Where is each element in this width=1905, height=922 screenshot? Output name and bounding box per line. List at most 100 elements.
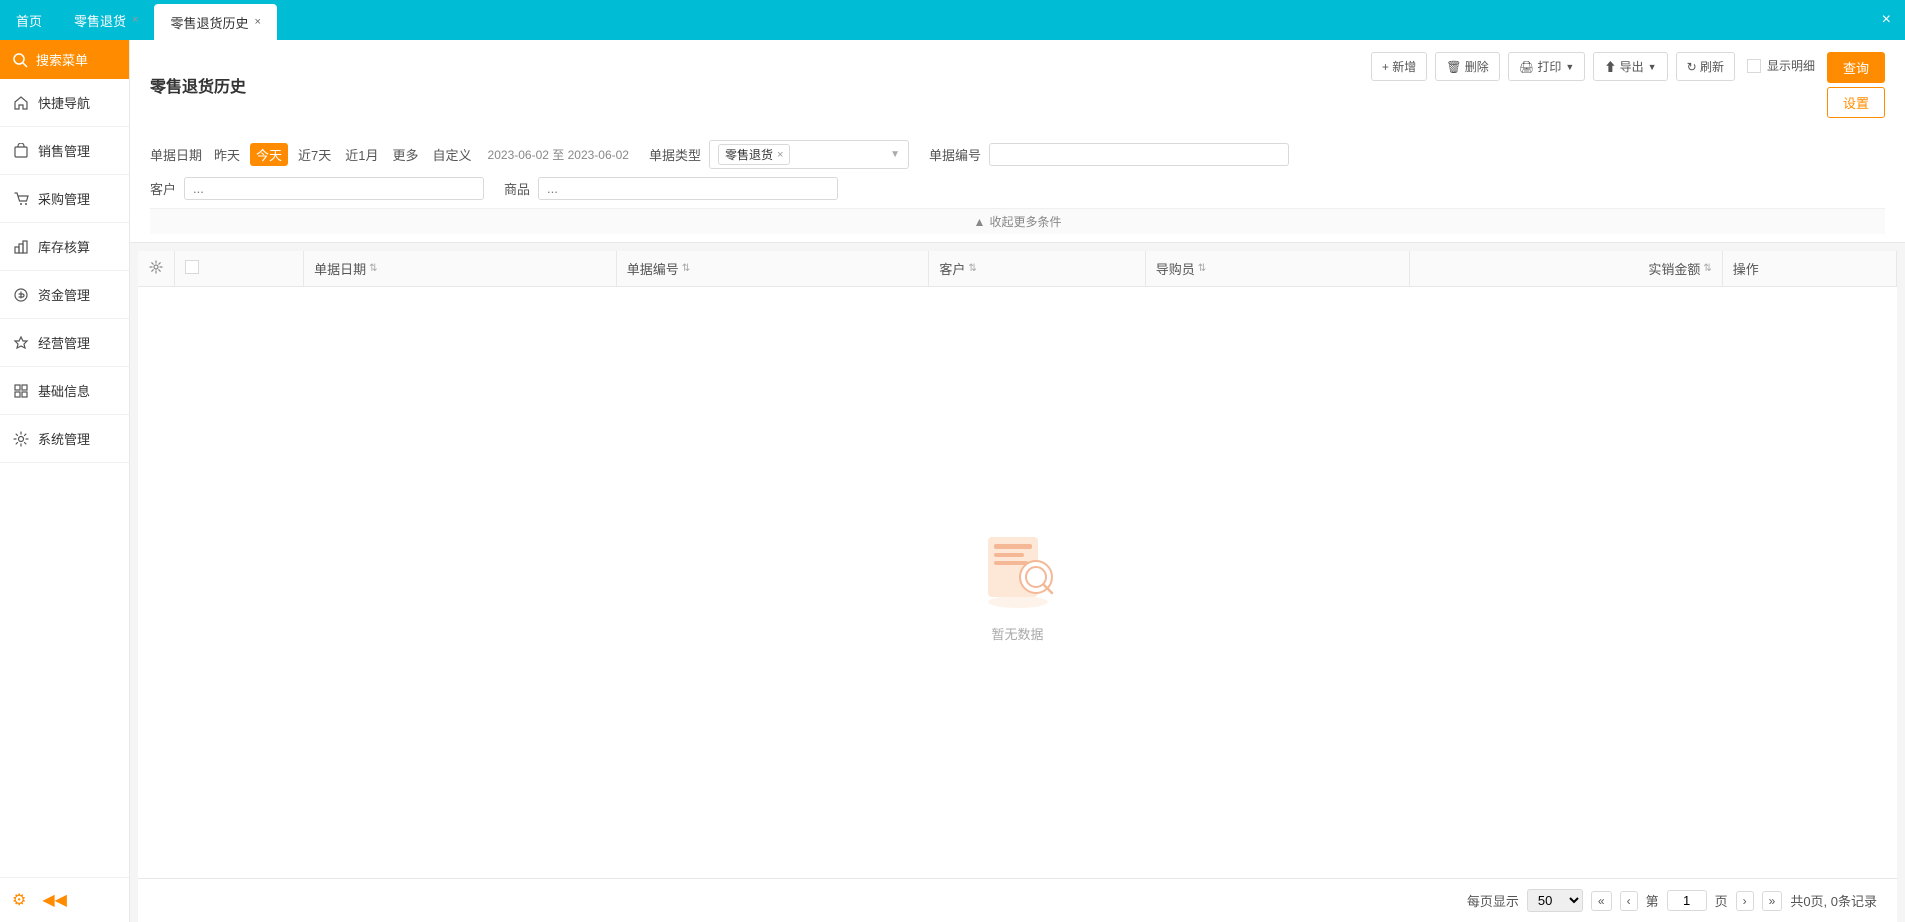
sidebar-item-quick-nav[interactable]: 快捷导航 <box>0 79 129 127</box>
page-size-select[interactable]: 50 100 200 <box>1527 889 1583 912</box>
print-button[interactable]: 🖨 打印 ▼ <box>1508 52 1586 81</box>
page-label: 第 <box>1646 891 1659 910</box>
home-icon <box>12 94 30 112</box>
print-label: 🖨 打印 <box>1519 58 1562 75</box>
date-opt-more[interactable]: 更多 <box>389 143 423 166</box>
col-guide[interactable]: 导购员 ⇅ <box>1145 251 1409 287</box>
export-label: ⬆ 导出 <box>1604 58 1643 75</box>
sidebar-item-base-info[interactable]: 基础信息 <box>0 367 129 415</box>
system-icon <box>12 430 30 448</box>
sidebar-item-quick-nav-label: 快捷导航 <box>38 93 90 112</box>
date-filter: 单据日期 昨天 今天 近7天 近1月 更多 自定义 2023-06-02 至 2… <box>150 143 629 166</box>
sort-guide-icon: ⇅ <box>1198 263 1206 274</box>
sidebar-item-inventory-label: 库存核算 <box>38 237 90 256</box>
number-filter: 单据编号 <box>929 143 1289 166</box>
tab-home[interactable]: 首页 <box>0 0 58 40</box>
page-title: 零售退货历史 <box>150 73 246 97</box>
customer-filter-label: 客户 <box>150 179 176 198</box>
date-opt-1month[interactable]: 近1月 <box>341 143 382 166</box>
export-arrow-icon: ▼ <box>1648 62 1657 72</box>
tab-retail-return-history-label: 零售退货历史 <box>170 13 248 32</box>
tab-retail-return-close[interactable]: × <box>132 14 138 26</box>
date-filter-label: 单据日期 <box>150 145 202 164</box>
goods-filter-input[interactable] <box>538 177 838 200</box>
number-filter-input[interactable] <box>989 143 1289 166</box>
sidebar-item-sales-label: 销售管理 <box>38 141 90 160</box>
number-filter-label: 单据编号 <box>929 145 981 164</box>
filter-row-1: 单据日期 昨天 今天 近7天 近1月 更多 自定义 2023-06-02 至 2… <box>150 140 1885 169</box>
type-tag-label: 零售退货 <box>725 146 773 163</box>
query-button[interactable]: 查询 <box>1827 52 1885 83</box>
col-actions: 操作 <box>1722 251 1896 287</box>
sidebar-item-finance-label: 资金管理 <box>38 285 90 304</box>
prev-page-button[interactable]: ‹ <box>1620 891 1638 911</box>
next-page-button[interactable]: › <box>1736 891 1754 911</box>
goods-filter-label: 商品 <box>504 179 530 198</box>
col-settings[interactable] <box>138 251 174 287</box>
page-number-input[interactable]: 1 <box>1667 890 1707 911</box>
tab-retail-return-history[interactable]: 零售退货历史 × <box>154 4 276 40</box>
date-options: 昨天 今天 近7天 近1月 更多 自定义 <box>210 143 476 166</box>
type-select-arrow-icon: ▼ <box>890 149 900 160</box>
tab-retail-return-label: 零售退货 <box>74 11 126 30</box>
col-amount[interactable]: 实销金额 ⇅ <box>1410 251 1723 287</box>
sidebar-item-operations[interactable]: 经营管理 <box>0 319 129 367</box>
type-filter-select[interactable]: 零售退货 × ▼ <box>709 140 909 169</box>
content-area: 零售退货历史 + 新增 🗑 删除 🖨 打印 ▼ ⬆ 导出 ▼ ↻ 刷 <box>130 40 1905 922</box>
sidebar-search[interactable]: 搜索菜单 <box>0 40 129 79</box>
date-opt-7days[interactable]: 近7天 <box>294 143 335 166</box>
sort-number-icon: ⇅ <box>682 263 690 274</box>
show-detail-checkbox[interactable] <box>1747 59 1761 73</box>
delete-button[interactable]: 🗑 删除 <box>1435 52 1500 81</box>
sidebar-item-inventory[interactable]: 库存核算 <box>0 223 129 271</box>
export-button[interactable]: ⬆ 导出 ▼ <box>1593 52 1667 81</box>
settings-bottom-icon[interactable]: ⚙ <box>12 890 26 910</box>
type-filter: 单据类型 零售退货 × ▼ <box>649 140 909 169</box>
set-button[interactable]: 设置 <box>1827 87 1885 118</box>
date-opt-custom[interactable]: 自定义 <box>429 143 476 166</box>
col-amount-label: 实销金额 <box>1648 259 1700 278</box>
col-date-label: 单据日期 <box>314 259 366 278</box>
sidebar-item-sys-mgmt-label: 系统管理 <box>38 429 90 448</box>
sidebar-item-finance[interactable]: 资金管理 <box>0 271 129 319</box>
type-tag: 零售退货 × <box>718 144 790 165</box>
customer-filter: 客户 <box>150 177 484 200</box>
date-opt-today[interactable]: 今天 <box>250 143 288 166</box>
page-size-label: 每页显示 <box>1467 891 1519 910</box>
col-date[interactable]: 单据日期 ⇅ <box>304 251 617 287</box>
tab-retail-return-history-close[interactable]: × <box>254 16 260 28</box>
purchase-icon <box>12 190 30 208</box>
table-header-row: 单据日期 ⇅ 单据编号 ⇅ <box>138 251 1897 287</box>
sort-amount-icon: ⇅ <box>1703 263 1711 274</box>
tab-home-label: 首页 <box>16 11 42 30</box>
sidebar-item-purchase-mgmt[interactable]: 采购管理 <box>0 175 129 223</box>
collapse-more-conditions[interactable]: ▲ 收起更多条件 <box>150 208 1885 234</box>
toolbar: + 新增 🗑 删除 🖨 打印 ▼ ⬆ 导出 ▼ ↻ 刷新 <box>1371 52 1735 81</box>
main-layout: 搜索菜单 快捷导航 销售管理 采购管理 库存核算 <box>0 40 1905 922</box>
first-page-button[interactable]: « <box>1591 891 1612 911</box>
inventory-icon <box>12 238 30 256</box>
date-opt-yesterday[interactable]: 昨天 <box>210 143 244 166</box>
refresh-button[interactable]: ↻ 刷新 <box>1676 52 1735 81</box>
sidebar-search-label: 搜索菜单 <box>36 50 88 69</box>
date-range-display: 2023-06-02 至 2023-06-02 <box>488 146 629 163</box>
sidebar-item-purchase-label: 采购管理 <box>38 189 90 208</box>
sidebar-item-sales-mgmt[interactable]: 销售管理 <box>0 127 129 175</box>
last-page-button[interactable]: » <box>1762 891 1783 911</box>
customer-filter-input[interactable] <box>184 177 484 200</box>
col-customer[interactable]: 客户 ⇅ <box>929 251 1145 287</box>
audio-bottom-icon[interactable]: ◀◀ <box>42 890 67 910</box>
col-checkbox[interactable] <box>174 251 304 287</box>
total-text: 共0页, 0条记录 <box>1790 891 1877 910</box>
filter-area: 单据日期 昨天 今天 近7天 近1月 更多 自定义 2023-06-02 至 2… <box>150 130 1885 242</box>
type-tag-close[interactable]: × <box>777 149 783 161</box>
collapse-icon: ▲ <box>974 215 986 229</box>
empty-text: 暂无数据 <box>991 624 1043 643</box>
window-close-button[interactable]: × <box>1868 0 1905 40</box>
sidebar-item-sys-mgmt[interactable]: 系统管理 <box>0 415 129 463</box>
col-number-label: 单据编号 <box>627 259 679 278</box>
new-button[interactable]: + 新增 <box>1371 52 1427 81</box>
col-number[interactable]: 单据编号 ⇅ <box>616 251 929 287</box>
search-icon <box>12 52 28 68</box>
tab-retail-return[interactable]: 零售退货 × <box>58 0 154 40</box>
